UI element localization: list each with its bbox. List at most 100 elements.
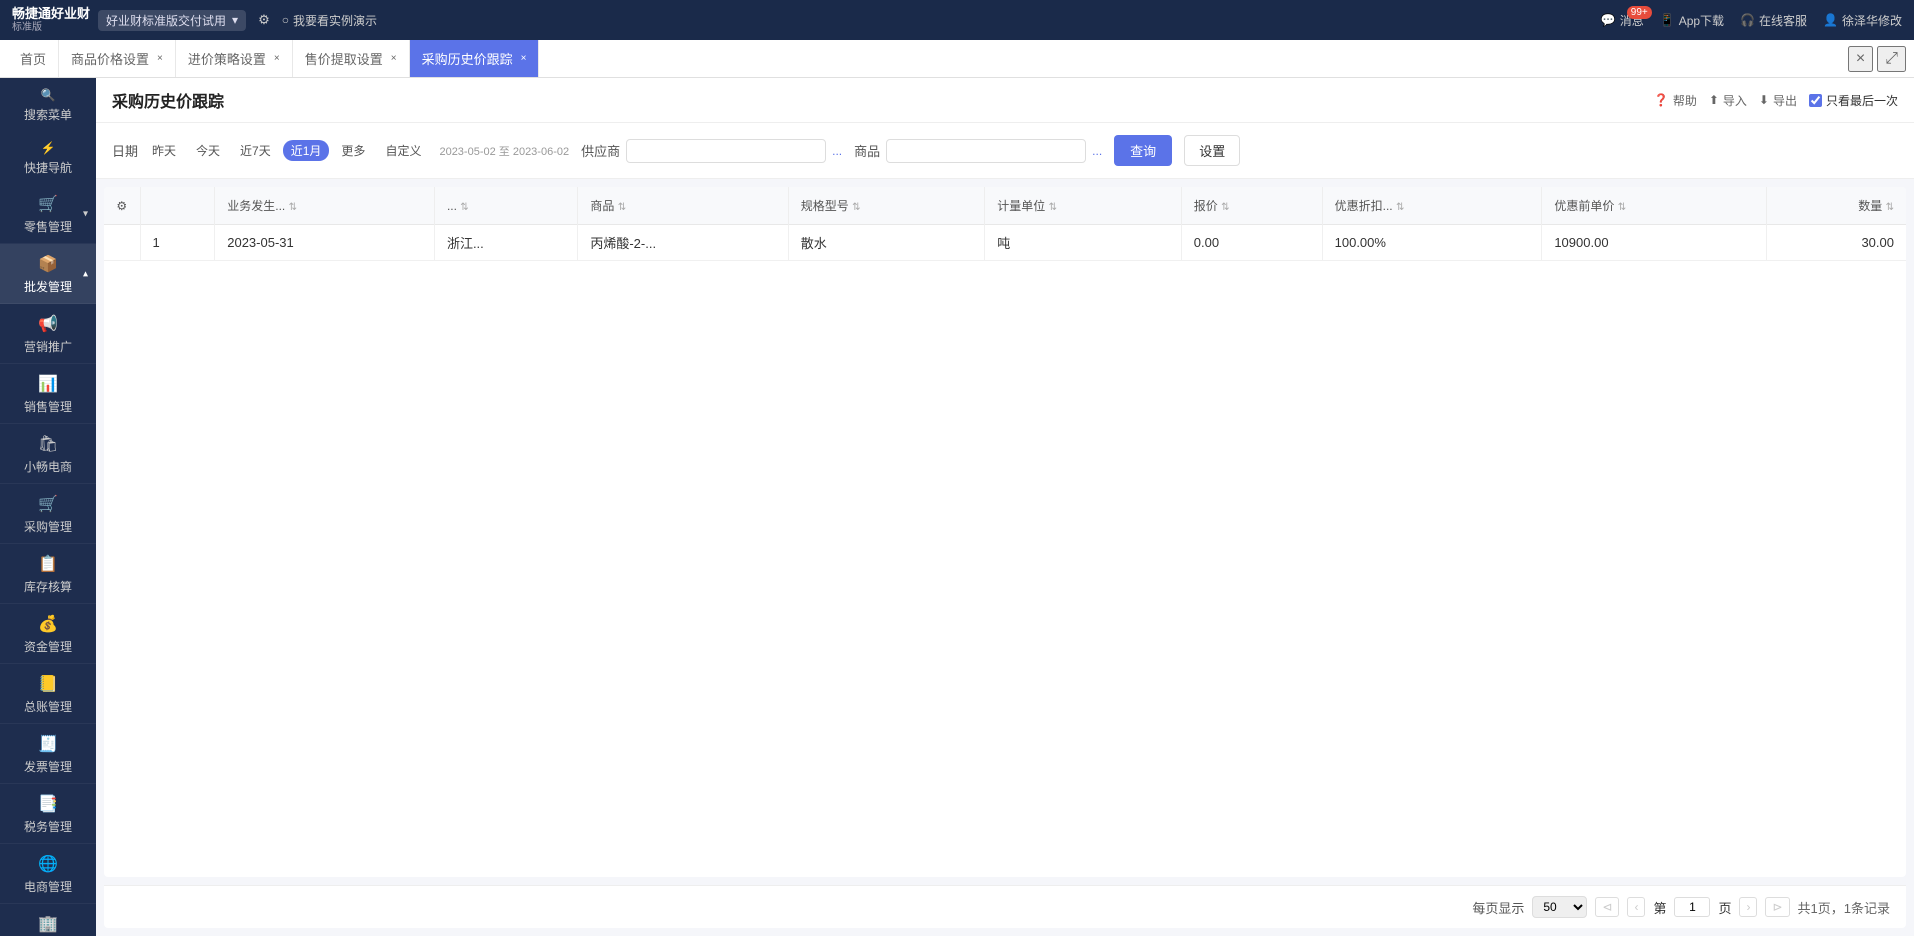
sidebar-retail-label: 零售管理 [24, 218, 72, 235]
sidebar-item-tax[interactable]: 📑 税务管理 [0, 784, 96, 844]
sidebar-invoice-label: 发票管理 [24, 758, 72, 775]
wholesale-icon: 📦 [38, 254, 58, 274]
online-service-btn[interactable]: 🎧 在线客服 [1740, 12, 1807, 29]
col-goods[interactable]: 商品 ⇅ [578, 187, 788, 225]
per-page-select[interactable]: 10 20 50 100 [1532, 896, 1587, 918]
sidebar-item-wholesale[interactable]: 📦 批发管理 ▴ [0, 244, 96, 304]
date-filter-label: 日期 [112, 141, 138, 160]
date-option-7days[interactable]: 近7天 [232, 140, 279, 161]
sidebar-nav-label: 快捷导航 [24, 159, 72, 176]
edition-selector[interactable]: 好业财标准版交付试用 ▾ [98, 10, 246, 31]
row-pre-discount-price: 10900.00 [1542, 225, 1766, 261]
tab-history-price[interactable]: 采购历史价跟踪 × [410, 40, 540, 77]
sidebar-item-invoice[interactable]: 🧾 发票管理 [0, 724, 96, 784]
help-btn[interactable]: ❓ 帮助 [1654, 92, 1697, 109]
date-option-more[interactable]: 更多 [333, 140, 373, 161]
col-spec[interactable]: 规格型号 ⇅ [788, 187, 985, 225]
edition-selector-label: 好业财标准版交付试用 [106, 12, 226, 29]
supplier-input[interactable] [626, 139, 826, 163]
col-discount[interactable]: 优惠折扣... ⇅ [1322, 187, 1542, 225]
sidebar-item-accounting[interactable]: 📒 总账管理 [0, 664, 96, 724]
filter-settings-btn[interactable]: 设置 [1184, 135, 1240, 166]
sales-icon: 📊 [38, 374, 58, 394]
tab-price-close[interactable]: × [157, 53, 163, 64]
table-area: ⚙ 业务发生... ⇅ ... ⇅ 商品 ⇅ [104, 187, 1906, 877]
sidebar-item-ecommerce[interactable]: 🌐 电商管理 [0, 844, 96, 904]
sort-pre-discount-price-icon: ⇅ [1618, 202, 1626, 213]
col-gear[interactable]: ⚙ [104, 187, 140, 225]
goods-filter-group: 商品 ... [854, 139, 1102, 163]
tab-home[interactable]: 首页 [8, 40, 59, 77]
filter-area: 日期 昨天 今天 近7天 近1月 更多 自定义 2023-05-02 至 202… [96, 123, 1914, 179]
messages-badge: 99+ [1627, 6, 1652, 19]
tab-sale-extract-label: 售价提取设置 [305, 49, 383, 68]
sidebar-item-small-ecommerce[interactable]: 🛍 小畅电商 [0, 424, 96, 484]
online-service-label: 在线客服 [1759, 12, 1807, 29]
inventory-icon: 📋 [38, 554, 58, 574]
messages-btn[interactable]: 💬 消息 99+ [1601, 12, 1644, 29]
sidebar-item-finance[interactable]: 💰 资金管理 [0, 604, 96, 664]
col-biz-date[interactable]: 业务发生... ⇅ [215, 187, 435, 225]
tab-history-price-close[interactable]: × [521, 53, 527, 64]
tab-purchase-strategy[interactable]: 进价策略设置 × [176, 40, 293, 77]
app-download-btn[interactable]: 📱 App下载 [1660, 12, 1724, 29]
row-goods: 丙烯酸-2-... [578, 225, 788, 261]
nav-icon: ⚡ [41, 141, 56, 155]
user-menu[interactable]: 👤 徐泽华修改 [1823, 12, 1902, 29]
page-next-btn[interactable]: › [1739, 897, 1757, 917]
sidebar-item-inventory[interactable]: 📋 库存核算 [0, 544, 96, 604]
tab-sale-extract-close[interactable]: × [391, 53, 397, 64]
date-option-custom[interactable]: 自定义 [377, 140, 429, 161]
date-option-1month[interactable]: 近1月 [283, 140, 330, 161]
sort-discount-icon: ⇅ [1396, 202, 1404, 213]
sidebar-search-label: 搜索菜单 [24, 106, 72, 123]
col-more[interactable]: ... ⇅ [434, 187, 577, 225]
export-label: 导出 [1773, 92, 1797, 109]
sidebar-item-retail[interactable]: 🛒 零售管理 ▾ [0, 184, 96, 244]
date-option-yesterday[interactable]: 昨天 [144, 140, 184, 161]
invoice-icon: 🧾 [38, 734, 58, 754]
col-pre-discount-price[interactable]: 优惠前单价 ⇅ [1542, 187, 1766, 225]
demo-btn[interactable]: ○ 我要看实例演示 [282, 12, 377, 29]
table-body: 1 2023-05-31 浙江... 丙烯酸-2-... 散水 吨 0.00 1… [104, 225, 1906, 261]
row-quantity: 30.00 [1766, 225, 1906, 261]
tabs-container: 首页 商品价格设置 × 进价策略设置 × 售价提取设置 × 采购历史价跟踪 × [8, 40, 539, 77]
chevron-down-icon: ▾ [232, 13, 238, 27]
sort-quantity-icon: ⇅ [1886, 202, 1894, 213]
page-last-btn[interactable]: ⊳ [1765, 897, 1789, 917]
tab-maximize-btn[interactable]: ⤢ [1877, 46, 1906, 72]
row-index: 1 [140, 225, 215, 261]
only-last-checkbox[interactable] [1809, 94, 1822, 107]
page-first-btn[interactable]: ⊲ [1595, 897, 1619, 917]
col-quantity[interactable]: 数量 ⇅ [1766, 187, 1906, 225]
sidebar-item-purchase[interactable]: 🛒 采购管理 [0, 484, 96, 544]
only-last-checkbox-label[interactable]: 只看最后一次 [1809, 92, 1898, 109]
col-quote[interactable]: 报价 ⇅ [1181, 187, 1322, 225]
page-input[interactable] [1674, 897, 1710, 917]
page-prev-btn[interactable]: ‹ [1627, 897, 1645, 917]
col-unit[interactable]: 计量单位 ⇅ [985, 187, 1182, 225]
page-suffix-text: 页 [1718, 898, 1731, 917]
tab-purchase-strategy-close[interactable]: × [274, 53, 280, 64]
sidebar-item-nav[interactable]: ⚡ 快捷导航 [0, 131, 96, 184]
date-option-today[interactable]: 今天 [188, 140, 228, 161]
date-options: 昨天 今天 近7天 近1月 更多 自定义 [144, 140, 429, 161]
sidebar-item-fixed-assets[interactable]: 🏢 固定资产 [0, 904, 96, 936]
settings-icon-btn[interactable]: ⚙ [254, 8, 274, 32]
query-btn[interactable]: 查询 [1114, 135, 1172, 166]
supplier-more-btn[interactable]: ... [832, 144, 842, 158]
tab-sale-extract[interactable]: 售价提取设置 × [293, 40, 410, 77]
sidebar-item-sales[interactable]: 📊 销售管理 [0, 364, 96, 424]
tab-price[interactable]: 商品价格设置 × [59, 40, 176, 77]
import-btn[interactable]: ⬆ 导入 [1709, 92, 1747, 109]
date-filter-group: 日期 昨天 今天 近7天 近1月 更多 自定义 2023-05-02 至 202… [112, 140, 569, 161]
goods-more-btn[interactable]: ... [1092, 144, 1102, 158]
marketing-icon: 📢 [38, 314, 58, 334]
tab-close-window-btn[interactable]: × [1848, 46, 1873, 72]
goods-input[interactable] [886, 139, 1086, 163]
content-area: 采购历史价跟踪 ❓ 帮助 ⬆ 导入 ⬇ 导出 只看最后一次 [96, 78, 1914, 936]
data-table: ⚙ 业务发生... ⇅ ... ⇅ 商品 ⇅ [104, 187, 1906, 261]
sidebar-item-search[interactable]: 🔍 搜索菜单 [0, 78, 96, 131]
sidebar-item-marketing[interactable]: 📢 营销推广 [0, 304, 96, 364]
export-btn[interactable]: ⬇ 导出 [1759, 92, 1797, 109]
